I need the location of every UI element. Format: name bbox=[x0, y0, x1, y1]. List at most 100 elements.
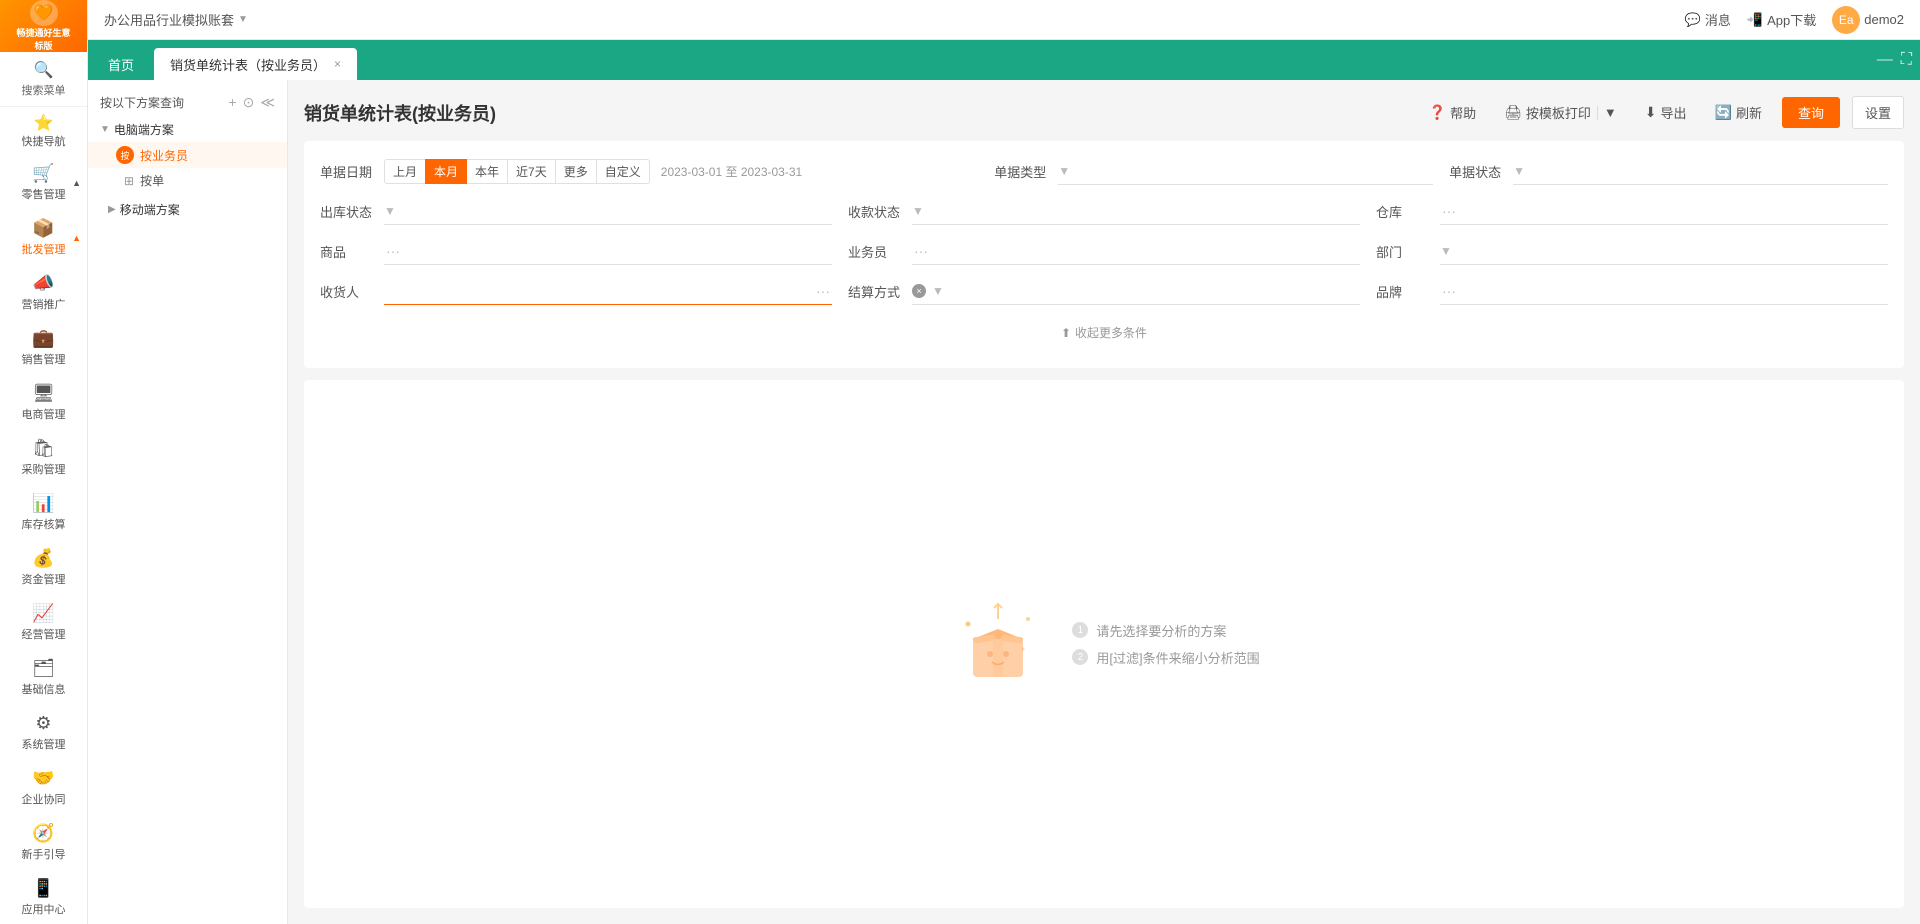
sidebar-item-basic[interactable]: 🗂 基础信息 bbox=[0, 650, 87, 705]
computer-group-header[interactable]: ▼ 电脑端方案 bbox=[88, 117, 287, 142]
doc-status-field: 单据状态 ▼ bbox=[1449, 157, 1888, 185]
settlement-dropdown-arrow-icon[interactable]: ▼ bbox=[932, 284, 944, 298]
page-actions: ❓ 帮助 🖨 按模板打印 ▼ ⬇ 导出 🔄 刷 bbox=[1421, 96, 1904, 129]
search-menu[interactable]: 🔍 搜索菜单 bbox=[0, 52, 87, 107]
sidebar-item-wholesale[interactable]: 📦 批发管理 ▲ bbox=[0, 210, 87, 265]
mobile-group-header[interactable]: ▶ 移动端方案 bbox=[88, 197, 287, 222]
retail-icon: 🛒 bbox=[32, 163, 54, 184]
sidebar-item-marketing[interactable]: 📣 营销推广 bbox=[0, 265, 87, 320]
receiver-more-icon[interactable]: ··· bbox=[814, 283, 832, 299]
settlement-label: 结算方式 bbox=[848, 282, 904, 301]
date-tab-this-month[interactable]: 本月 bbox=[425, 159, 467, 184]
scheme-by-order[interactable]: ⊞ 按单 bbox=[88, 168, 287, 193]
add-scheme-btn[interactable]: + bbox=[228, 94, 236, 111]
account-selector[interactable]: 办公用品行业模拟账套 ▼ bbox=[104, 10, 248, 29]
app-download-btn[interactable]: 📲 App下载 bbox=[1747, 10, 1816, 29]
receiver-input[interactable] bbox=[384, 283, 814, 298]
payment-status-dropdown-arrow-icon[interactable]: ▼ bbox=[912, 204, 924, 218]
tab-minimize-icon[interactable]: — bbox=[1877, 51, 1893, 69]
settings-btn[interactable]: 设置 bbox=[1852, 96, 1904, 129]
filter-row-2: 出库状态 ▼ 收款状态 ▼ 仓库 ··· bbox=[320, 197, 1888, 225]
print-btn[interactable]: 🖨 按模板打印 ▼ bbox=[1496, 99, 1625, 126]
warehouse-more-icon[interactable]: ··· bbox=[1440, 203, 1458, 219]
sidebar-item-purchase[interactable]: 🛍 采购管理 bbox=[0, 430, 87, 485]
goods-control: ··· bbox=[384, 237, 832, 265]
empty-content: 1 请先选择要分析的方案 2 用[过滤]条件来缩小分析范围 bbox=[948, 594, 1259, 694]
mobile-group-label: 移动端方案 bbox=[120, 201, 180, 218]
out-status-dropdown-arrow-icon[interactable]: ▼ bbox=[384, 204, 396, 218]
marketing-label: 营销推广 bbox=[22, 296, 66, 312]
date-tab-more[interactable]: 更多 bbox=[555, 159, 597, 184]
sidebar-item-guide[interactable]: 🧭 新手引导 bbox=[0, 815, 87, 870]
doc-type-field: 单据类型 ▼ bbox=[994, 157, 1433, 185]
salesperson-scheme-icon: 按 bbox=[116, 146, 134, 164]
date-tab-custom[interactable]: 自定义 bbox=[596, 159, 650, 184]
receiver-label: 收货人 bbox=[320, 282, 376, 301]
print-dropdown-arrow-icon[interactable]: ▼ bbox=[1604, 105, 1617, 120]
salesperson-scheme-label: 按业务员 bbox=[140, 147, 188, 164]
mobile-scheme-group: ▶ 移动端方案 bbox=[88, 197, 287, 222]
by-order-label: 按单 bbox=[140, 172, 164, 189]
query-btn[interactable]: 查询 bbox=[1782, 97, 1840, 128]
sidebar-item-apps[interactable]: 📱 应用中心 bbox=[0, 870, 87, 924]
sidebar-item-system[interactable]: ⚙ 系统管理 bbox=[0, 705, 87, 760]
refresh-label: 刷新 bbox=[1736, 103, 1762, 122]
app-logo: 🧡 畅捷通好生意 标版 bbox=[0, 0, 88, 52]
tip-number-1: 1 bbox=[1072, 622, 1088, 638]
message-btn[interactable]: 💬 消息 bbox=[1685, 10, 1731, 29]
doc-status-label: 单据状态 bbox=[1449, 162, 1505, 181]
guide-label: 新手引导 bbox=[22, 846, 66, 862]
page-title: 销货单统计表(按业务员) bbox=[304, 100, 496, 126]
help-btn[interactable]: ❓ 帮助 bbox=[1421, 99, 1484, 126]
mobile-group-arrow-icon: ▶ bbox=[108, 204, 116, 215]
collapse-btn[interactable]: ⬆ 收起更多条件 bbox=[1049, 321, 1159, 344]
doc-type-dropdown-arrow-icon[interactable]: ▼ bbox=[1058, 164, 1070, 178]
page-header: 销货单统计表(按业务员) ❓ 帮助 🖨 按模板打印 ▼ ⬇ 导出 bbox=[304, 96, 1904, 129]
date-tab-last-month[interactable]: 上月 bbox=[384, 159, 426, 184]
edit-scheme-btn[interactable]: ⊙ bbox=[243, 94, 255, 111]
date-tab-this-year[interactable]: 本年 bbox=[466, 159, 508, 184]
app-download-icon: 📲 bbox=[1747, 12, 1763, 28]
salesperson-more-icon[interactable]: ··· bbox=[912, 243, 930, 259]
date-filter-label: 单据日期 bbox=[320, 162, 376, 181]
collapse-panel-btn[interactable]: ≪ bbox=[260, 94, 275, 111]
message-icon: 💬 bbox=[1685, 12, 1701, 28]
doc-status-dropdown-arrow-icon[interactable]: ▼ bbox=[1513, 164, 1525, 178]
date-tab-7days[interactable]: 近7天 bbox=[507, 159, 556, 184]
empty-state: 1 请先选择要分析的方案 2 用[过滤]条件来缩小分析范围 bbox=[304, 380, 1904, 908]
sidebar-item-collab[interactable]: 🤝 企业协同 bbox=[0, 760, 87, 815]
sidebar-item-finance[interactable]: 💰 资金管理 bbox=[0, 540, 87, 595]
basic-icon: 🗂 bbox=[32, 658, 55, 679]
scheme-salesperson[interactable]: 按 按业务员 bbox=[88, 142, 287, 168]
basic-label: 基础信息 bbox=[22, 681, 66, 697]
sidebar-item-operations[interactable]: 📈 经营管理 bbox=[0, 595, 87, 650]
date-range-display: 2023-03-01 至 2023-03-31 bbox=[661, 163, 802, 180]
quick-nav[interactable]: ⭐ 快捷导航 bbox=[0, 107, 87, 155]
sidebar-item-ecommerce[interactable]: 🖥 电商管理 bbox=[0, 375, 87, 430]
settlement-clear-btn[interactable]: × bbox=[912, 284, 926, 298]
doc-type-control: ▼ bbox=[1058, 157, 1433, 185]
tab-home[interactable]: 首页 bbox=[92, 48, 150, 80]
finance-icon: 💰 bbox=[32, 548, 54, 569]
goods-more-icon[interactable]: ··· bbox=[384, 243, 402, 259]
by-order-icon: ⊞ bbox=[124, 174, 134, 188]
left-panel-header-actions: + ⊙ ≪ bbox=[228, 94, 275, 111]
department-dropdown-arrow-icon[interactable]: ▼ bbox=[1440, 244, 1452, 258]
export-btn[interactable]: ⬇ 导出 bbox=[1637, 99, 1695, 126]
account-name: 办公用品行业模拟账套 bbox=[104, 10, 234, 29]
tab-maximize-icon[interactable]: ⛶ bbox=[1901, 51, 1912, 69]
refresh-btn[interactable]: 🔄 刷新 bbox=[1707, 99, 1770, 126]
tab-sales-stats[interactable]: 销货单统计表（按业务员） × bbox=[154, 48, 357, 80]
tab-close-icon[interactable]: × bbox=[334, 58, 341, 70]
sidebar-item-sales[interactable]: 💼 销售管理 bbox=[0, 320, 87, 375]
filter-row-3: 商品 ··· 业务员 ··· 部门 ▼ bbox=[320, 237, 1888, 265]
sidebar-item-retail[interactable]: 🛒 零售管理 ▲ bbox=[0, 155, 87, 210]
collapse-label: 收起更多条件 bbox=[1075, 324, 1147, 341]
brand-more-icon[interactable]: ··· bbox=[1440, 283, 1458, 299]
quick-nav-icon: ⭐ bbox=[34, 113, 54, 133]
out-status-control: ▼ bbox=[384, 197, 832, 225]
sidebar-item-inventory[interactable]: 📊 库存核算 bbox=[0, 485, 87, 540]
filter-card: 单据日期 上月 本月 本年 近7天 更多 自定义 2023-03-01 至 20… bbox=[304, 141, 1904, 368]
user-menu[interactable]: Ea demo2 bbox=[1832, 6, 1904, 34]
app-download-label: App下载 bbox=[1767, 10, 1816, 29]
